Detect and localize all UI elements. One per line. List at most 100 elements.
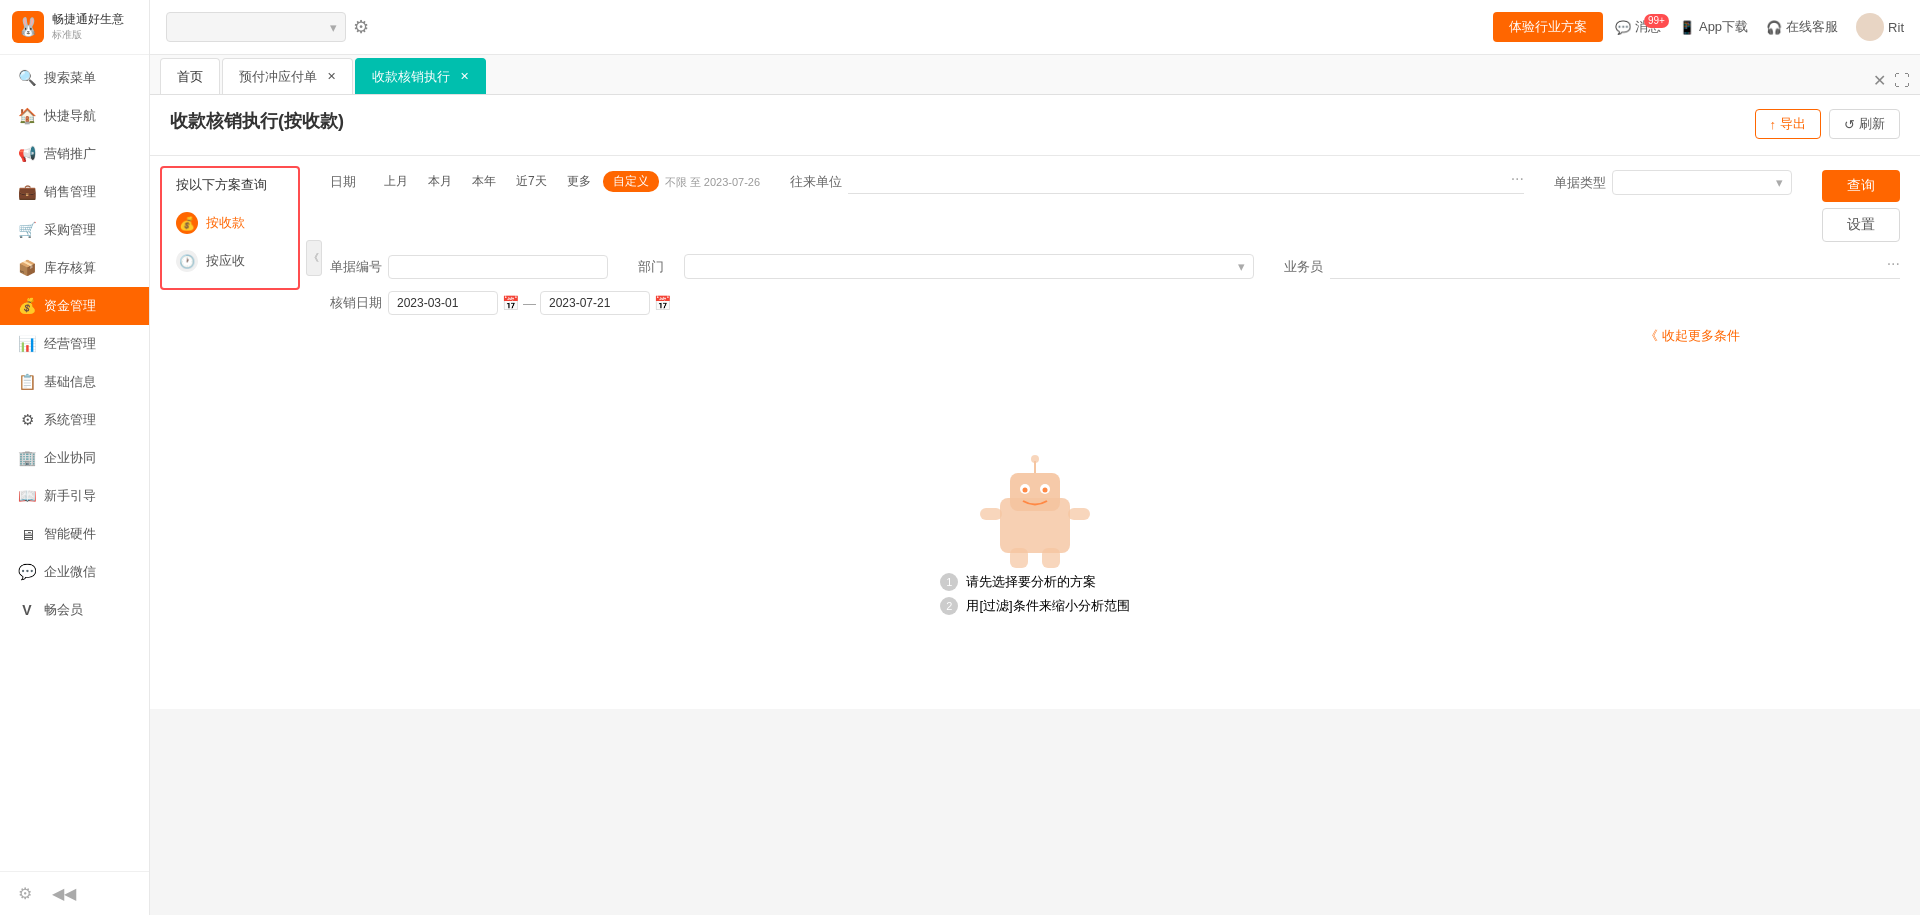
app-download-button[interactable]: 📱 App下载 (1679, 18, 1748, 36)
user-profile-button[interactable]: Rit (1856, 13, 1904, 41)
sales-icon: 💼 (18, 183, 36, 201)
sidebar-item-finance[interactable]: 💰 资金管理 (0, 287, 149, 325)
voucher-type-chevron: ▾ (1776, 175, 1783, 190)
industry-solution-button[interactable]: 体验行业方案 (1493, 12, 1603, 42)
app-logo-icon: 🐰 (12, 11, 44, 43)
verify-date-range: 📅 — 📅 (388, 291, 671, 315)
refresh-button[interactable]: ↺ 刷新 (1829, 109, 1900, 139)
topbar-right-area: 💬 消息 99+ 📱 App下载 🎧 在线客服 Rit (1615, 13, 1904, 41)
tab-home-label: 首页 (177, 68, 203, 86)
verify-date-start-calendar-icon[interactable]: 📅 (502, 295, 519, 311)
sidebar-item-enterprise[interactable]: 🏢 企业协同 (0, 439, 149, 477)
this-month-button[interactable]: 本月 (420, 170, 460, 193)
maximize-tab-button[interactable]: ⛶ (1894, 72, 1910, 90)
filter-sidebar-title: 按以下方案查询 (162, 176, 298, 204)
message-button[interactable]: 💬 消息 99+ (1615, 18, 1661, 36)
verify-date-end-calendar-icon[interactable]: 📅 (654, 295, 671, 311)
sidebar-item-label-purchase: 采购管理 (44, 221, 96, 239)
verify-date-separator: — (523, 296, 536, 311)
filter-option-by-receipt[interactable]: 💰 按收款 (162, 204, 298, 242)
sidebar-item-search[interactable]: 🔍 搜索菜单 (0, 59, 149, 97)
more-date-button[interactable]: 更多 (559, 170, 599, 193)
wechat-icon: 💬 (18, 563, 36, 581)
tab-prepay[interactable]: 预付冲应付单 ✕ (222, 58, 353, 94)
last-month-button[interactable]: 上月 (376, 170, 416, 193)
sidebar-item-wechat[interactable]: 💬 企业微信 (0, 553, 149, 591)
voucher-type-label: 单据类型 (1554, 174, 1606, 192)
verify-date-start-input[interactable] (388, 291, 498, 315)
close-tab-button[interactable]: ✕ (1873, 71, 1886, 90)
this-year-button[interactable]: 本年 (464, 170, 504, 193)
voucher-type-filter-group: 单据类型 ▾ (1554, 170, 1792, 195)
voucher-no-input[interactable] (388, 255, 608, 279)
filter-area: 按以下方案查询 💰 按收款 🕐 按应收 《 (150, 156, 1920, 359)
filter-option-by-receivable[interactable]: 🕐 按应收 (162, 242, 298, 280)
last-7-days-button[interactable]: 近7天 (508, 170, 555, 193)
refresh-label: 刷新 (1859, 115, 1885, 133)
guide-icon: 📖 (18, 487, 36, 505)
setting-button[interactable]: 设置 (1822, 208, 1900, 242)
voucher-type-select[interactable]: ▾ (1612, 170, 1792, 195)
quick-nav-icon: 🏠 (18, 107, 36, 125)
sidebar-item-hardware[interactable]: 🖥 智能硬件 (0, 515, 149, 553)
staff-label: 业务员 (1284, 258, 1324, 276)
voucher-no-label: 单据编号 (330, 258, 382, 276)
collapse-filter-sidebar-button[interactable]: 《 (306, 240, 322, 276)
counterpart-more-button[interactable]: ··· (1511, 170, 1524, 188)
topbar-dropdown-icon[interactable]: ▾ (330, 20, 337, 35)
tab-home[interactable]: 首页 (160, 58, 220, 94)
staff-filter-group: 业务员 ··· (1284, 255, 1900, 279)
tab-receipt-verify-close[interactable]: ✕ (460, 70, 469, 83)
topbar-settings-icon[interactable]: ⚙ (353, 16, 369, 38)
sidebar-item-marketing[interactable]: 📢 营销推广 (0, 135, 149, 173)
app-name: 畅捷通好生意 (52, 12, 124, 28)
export-label: 导出 (1780, 115, 1806, 133)
counterpart-filter-group: 往来单位 ··· (790, 170, 1524, 194)
enterprise-icon: 🏢 (18, 449, 36, 467)
sidebar-item-member[interactable]: V 畅会员 (0, 591, 149, 629)
sidebar-item-purchase[interactable]: 🛒 采购管理 (0, 211, 149, 249)
collapse-sidebar-icon[interactable]: ◀◀ (52, 884, 76, 903)
date-label: 日期 (330, 173, 370, 191)
custom-date-button[interactable]: 自定义 (603, 171, 659, 192)
sidebar-item-inventory[interactable]: 📦 库存核算 (0, 249, 149, 287)
basic-info-icon: 📋 (18, 373, 36, 391)
tab-prepay-close[interactable]: ✕ (327, 70, 336, 83)
filter-option-by-receipt-label: 按收款 (206, 214, 245, 232)
sidebar-item-basic-info[interactable]: 📋 基础信息 (0, 363, 149, 401)
verify-date-end-input[interactable] (540, 291, 650, 315)
by-receipt-icon: 💰 (176, 212, 198, 234)
export-button[interactable]: ↑ 导出 (1755, 109, 1822, 139)
empty-tip-1-text: 请先选择要分析的方案 (966, 573, 1096, 591)
marketing-icon: 📢 (18, 145, 36, 163)
dept-select[interactable]: ▾ (684, 254, 1254, 279)
tab-receipt-verify[interactable]: 收款核销执行 ✕ (355, 58, 486, 94)
tip-number-2: 2 (940, 597, 958, 615)
staff-more-button[interactable]: ··· (1887, 255, 1900, 273)
page-header-actions: ↑ 导出 ↺ 刷新 (1755, 109, 1901, 139)
query-actions: 查询 设置 (1822, 170, 1900, 242)
topbar-search-area: ▾ ⚙ (166, 12, 1481, 42)
collapse-more-button[interactable]: 《 收起更多条件 (1645, 327, 1740, 345)
user-avatar (1856, 13, 1884, 41)
sidebar-item-quick-nav[interactable]: 🏠 快捷导航 (0, 97, 149, 135)
collapse-double-up-icon: 《 (1645, 327, 1658, 345)
filter-sidebar: 按以下方案查询 💰 按收款 🕐 按应收 (160, 166, 300, 290)
sidebar-item-system[interactable]: ⚙ 系统管理 (0, 401, 149, 439)
sidebar-item-guide[interactable]: 📖 新手引导 (0, 477, 149, 515)
verify-date-filter-group: 核销日期 📅 — 📅 (330, 291, 671, 315)
query-button[interactable]: 查询 (1822, 170, 1900, 202)
empty-state-tips: 1 请先选择要分析的方案 2 用[过滤]条件来缩小分析范围 (940, 573, 1129, 615)
purchase-icon: 🛒 (18, 221, 36, 239)
collapse-more-label: 收起更多条件 (1662, 327, 1740, 345)
sidebar-item-sales[interactable]: 💼 销售管理 (0, 173, 149, 211)
dept-filter-group: 部门 ▾ (638, 254, 1254, 279)
page-title: 收款核销执行(按收款) (170, 109, 1900, 133)
inventory-icon: 📦 (18, 259, 36, 277)
sidebar-item-business[interactable]: 📊 经营管理 (0, 325, 149, 363)
app-download-icon: 📱 (1679, 20, 1695, 35)
svg-rect-10 (1010, 548, 1028, 568)
online-service-button[interactable]: 🎧 在线客服 (1766, 18, 1838, 36)
tab-receipt-verify-label: 收款核销执行 (372, 68, 450, 86)
settings-footer-icon[interactable]: ⚙ (18, 884, 32, 903)
